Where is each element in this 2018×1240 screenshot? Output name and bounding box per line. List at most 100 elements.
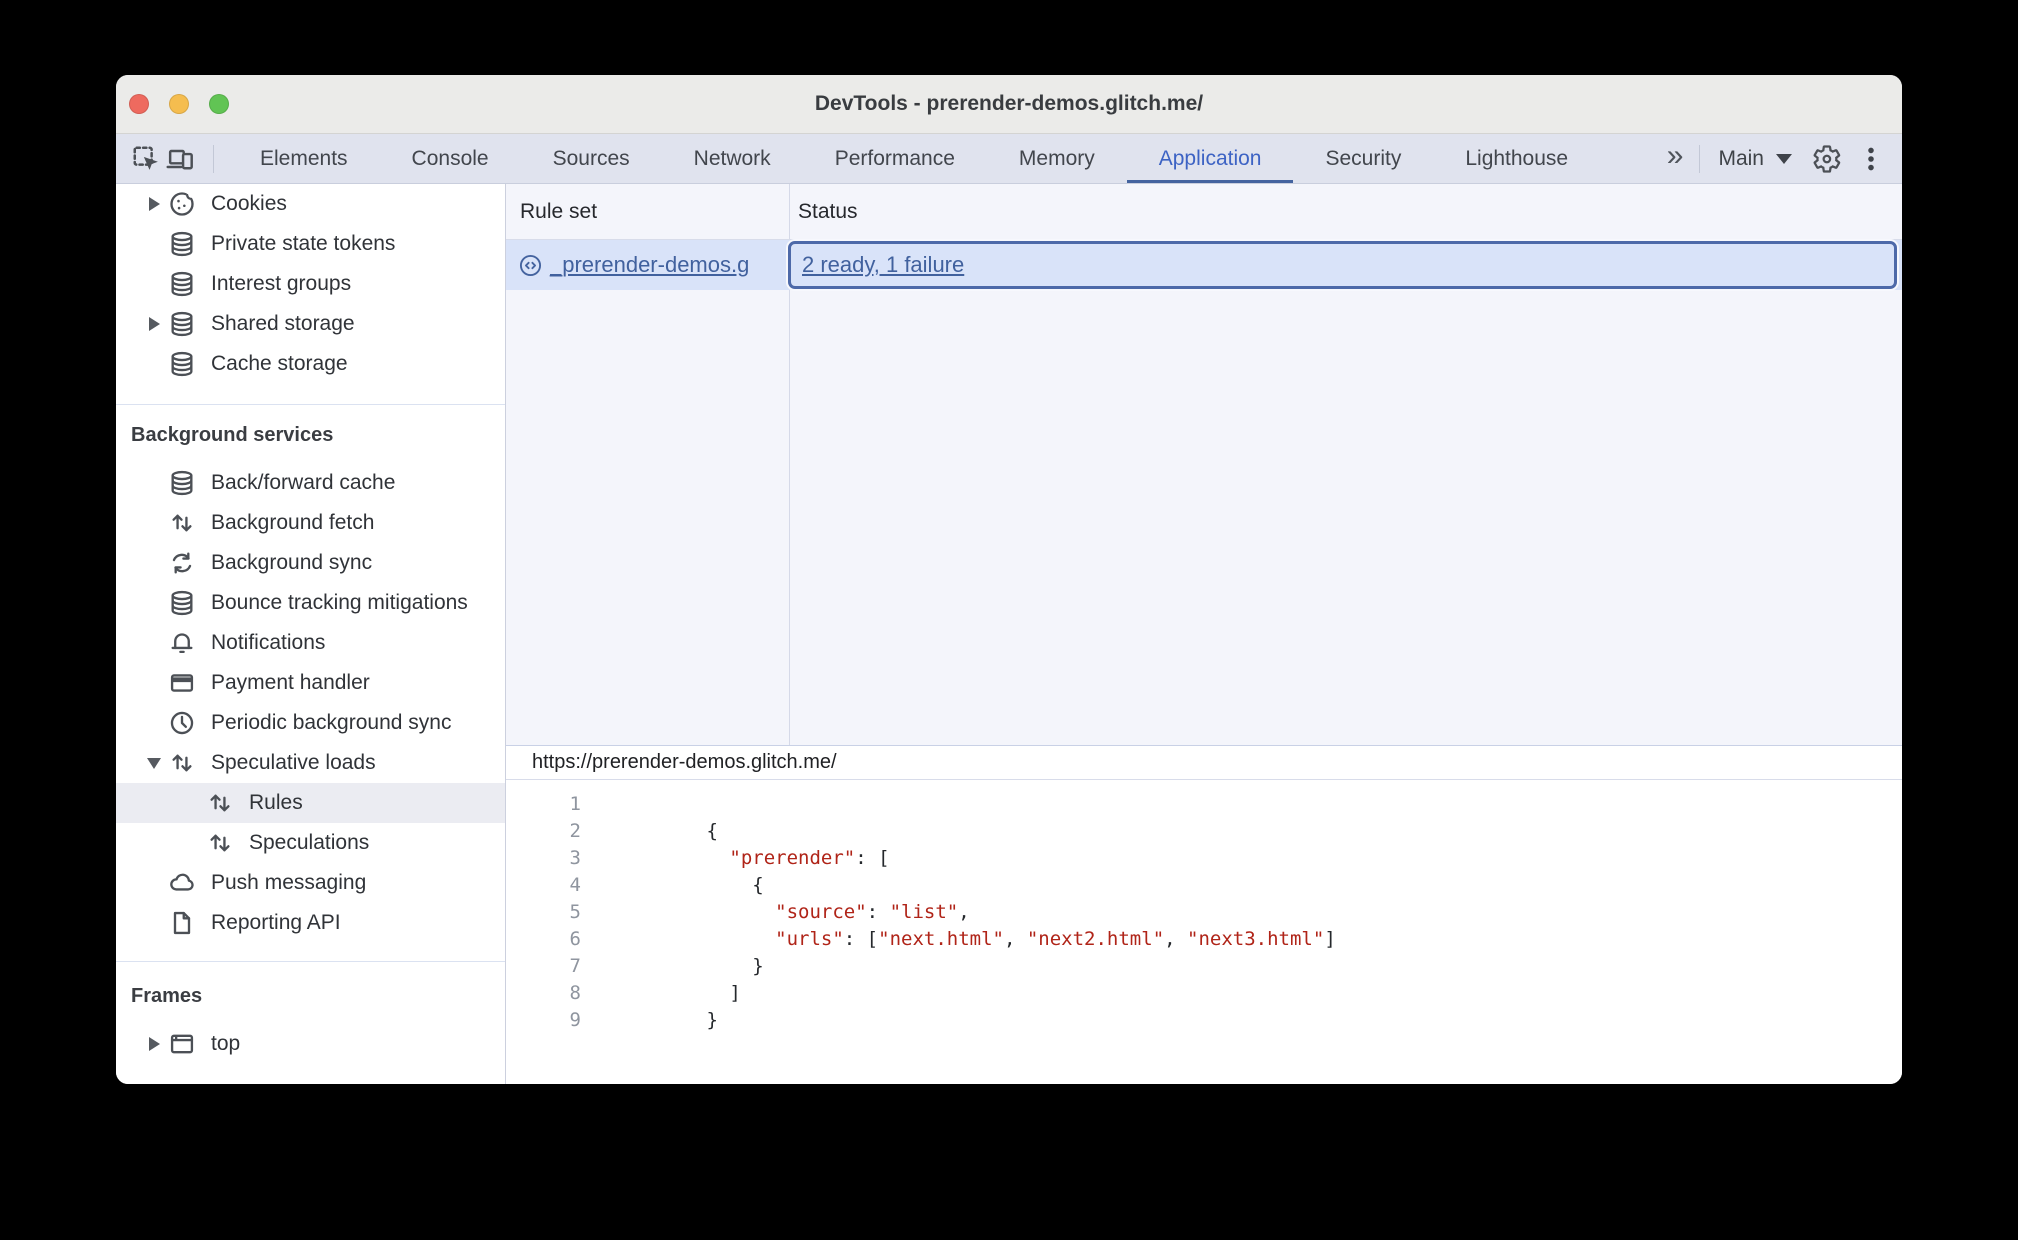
sidebar-item-payment-handler[interactable]: Payment handler [116, 663, 505, 703]
sidebar-item-label: Push messaging [211, 871, 367, 894]
disclosure-triangle-icon[interactable] [142, 757, 166, 769]
sidebar-item-background-sync[interactable]: Background sync [116, 543, 505, 583]
json-punctuation-token [615, 847, 729, 869]
sidebar-item-reporting-api[interactable]: Reporting API [116, 903, 505, 943]
tab-memory[interactable]: Memory [987, 134, 1127, 183]
zoom-button[interactable] [209, 94, 229, 114]
json-punctuation-token: , [958, 901, 970, 923]
main-context-label: Main [1718, 146, 1764, 170]
sidebar-item-label: Cache storage [211, 352, 348, 375]
line-number: 8 [569, 982, 581, 1004]
sidebar-item-label: Speculative loads [211, 751, 376, 774]
sidebar-item-label: Reporting API [211, 911, 341, 934]
active-tab-underline [1126, 180, 1294, 183]
line-number: 4 [569, 874, 581, 896]
tab-application[interactable]: Application [1126, 134, 1294, 183]
sidebar-item-rules[interactable]: Rules [116, 783, 505, 823]
section-header-background-services: Background services [131, 423, 334, 446]
sidebar-item-cookies[interactable]: Cookies [116, 184, 505, 224]
triangle-down-icon [147, 757, 161, 769]
tab-sources[interactable]: Sources [521, 134, 662, 183]
device-toolbar-icon[interactable] [163, 141, 197, 177]
line-number: 3 [569, 847, 581, 869]
line-number: 1 [569, 793, 581, 815]
tab-performance[interactable]: Performance [803, 134, 987, 183]
sidebar-item-label: Background fetch [211, 511, 375, 534]
disclosure-triangle-icon[interactable] [142, 1037, 166, 1051]
rule-set-link[interactable]: _prerender-demos.g [550, 252, 749, 278]
line-number: 7 [569, 955, 581, 977]
sidebar-item-cache-storage[interactable]: Cache storage [116, 344, 505, 384]
json-string-token: "next2.html" [1026, 928, 1165, 950]
desktop-background: { "window": { "title": "DevTools - prere… [0, 0, 2018, 1240]
sidebar-item-interest-groups[interactable]: Interest groups [116, 264, 505, 304]
status-link[interactable]: 2 ready, 1 failure [802, 252, 964, 278]
frame-icon [168, 1030, 196, 1058]
line-number: 6 [569, 928, 581, 950]
sidebar-item-background-fetch[interactable]: Background fetch [116, 503, 505, 543]
minimize-button[interactable] [169, 94, 189, 114]
tab-elements[interactable]: Elements [228, 134, 380, 183]
json-punctuation-token: , [1003, 928, 1027, 950]
application-sidebar: Cookies Private state tokens Interest grou… [116, 184, 506, 1084]
sidebar-item-speculative-loads[interactable]: Speculative loads [116, 743, 505, 783]
code-line-content: "urls": ["next.html", "next2.html", "nex… [615, 926, 1336, 953]
kebab-menu-icon[interactable] [1854, 141, 1888, 177]
code-line-content: } [615, 1007, 718, 1034]
tab-console[interactable]: Console [380, 134, 521, 183]
json-string-token: "prerender" [729, 847, 856, 869]
tab-lighthouse[interactable]: Lighthouse [1433, 134, 1600, 183]
disclosure-triangle-icon[interactable] [142, 197, 166, 211]
status-cell-focused[interactable]: 2 ready, 1 failure [788, 241, 1897, 289]
tab-label: Network [693, 146, 771, 170]
json-string-token: "next3.html" [1187, 928, 1325, 950]
sidebar-item-label: Interest groups [211, 272, 352, 295]
rule-set-row[interactable]: _prerender-demos.g 2 ready, 1 failure [506, 240, 1902, 290]
settings-gear-icon[interactable] [1810, 141, 1844, 177]
main-context-dropdown[interactable]: Main [1710, 147, 1800, 171]
rule-set-cell[interactable]: _prerender-demos.g [506, 252, 789, 278]
json-string-token: "list" [889, 901, 959, 923]
bell-icon [168, 629, 196, 657]
code-line: 8 ] [506, 980, 1902, 1007]
updown-arrows-icon [206, 829, 234, 857]
close-button[interactable] [129, 94, 149, 114]
sidebar-item-notifications[interactable]: Notifications [116, 623, 505, 663]
sidebar-section: Background services Back/forward cache Bac… [116, 404, 505, 943]
database-icon [168, 310, 196, 338]
toolbar-divider [213, 144, 214, 173]
column-header-status: Status [798, 199, 858, 223]
sidebar-item-push-messaging[interactable]: Push messaging [116, 863, 505, 903]
triangle-right-icon [148, 317, 160, 331]
triangle-right-icon [148, 197, 160, 211]
window-title: DevTools - prerender-demos.glitch.me/ [814, 92, 1204, 115]
disclosure-triangle-icon[interactable] [142, 317, 166, 331]
code-line-content: { [615, 818, 718, 845]
sidebar-item-top[interactable]: top [116, 1024, 505, 1064]
sidebar-item-bounce-tracking-mitigations[interactable]: Bounce tracking mitigations [116, 583, 505, 623]
code-line-content: "source": "list", [615, 899, 970, 926]
json-string-token: "source" [775, 901, 867, 923]
sidebar-item-label: Payment handler [211, 671, 370, 694]
sidebar-item-label: Cookies [211, 192, 287, 215]
json-punctuation-token: ] [615, 982, 741, 1004]
tab-network[interactable]: Network [662, 134, 803, 183]
updown-arrows-icon [168, 749, 196, 777]
sidebar-item-back-forward-cache[interactable]: Back/forward cache [116, 463, 505, 503]
toolbar-right: » Main [1661, 139, 1888, 179]
database-icon [168, 469, 196, 497]
sidebar-item-private-state-tokens[interactable]: Private state tokens [116, 224, 505, 264]
sidebar-item-shared-storage[interactable]: Shared storage [116, 304, 505, 344]
code-line-content: ] [615, 980, 741, 1007]
rule-set-source-drawer: https://prerender-demos.glitch.me/ 1 2 {3… [506, 745, 1902, 1084]
code-line: 6 "urls": ["next.html", "next2.html", "n… [506, 926, 1902, 953]
more-tabs-icon[interactable]: » [1661, 139, 1690, 179]
code-line: 1 [506, 791, 1902, 818]
source-editor[interactable]: 12 {3 "prerender": [4 {5 "source": "list… [506, 780, 1902, 1034]
sidebar-item-speculations[interactable]: Speculations [116, 823, 505, 863]
json-punctuation-token: } [615, 1009, 718, 1031]
sidebar-item-label: Speculations [249, 831, 370, 854]
inspect-element-icon[interactable] [129, 141, 163, 177]
sidebar-item-periodic-background-sync[interactable]: Periodic background sync [116, 703, 505, 743]
tab-security[interactable]: Security [1293, 134, 1433, 183]
